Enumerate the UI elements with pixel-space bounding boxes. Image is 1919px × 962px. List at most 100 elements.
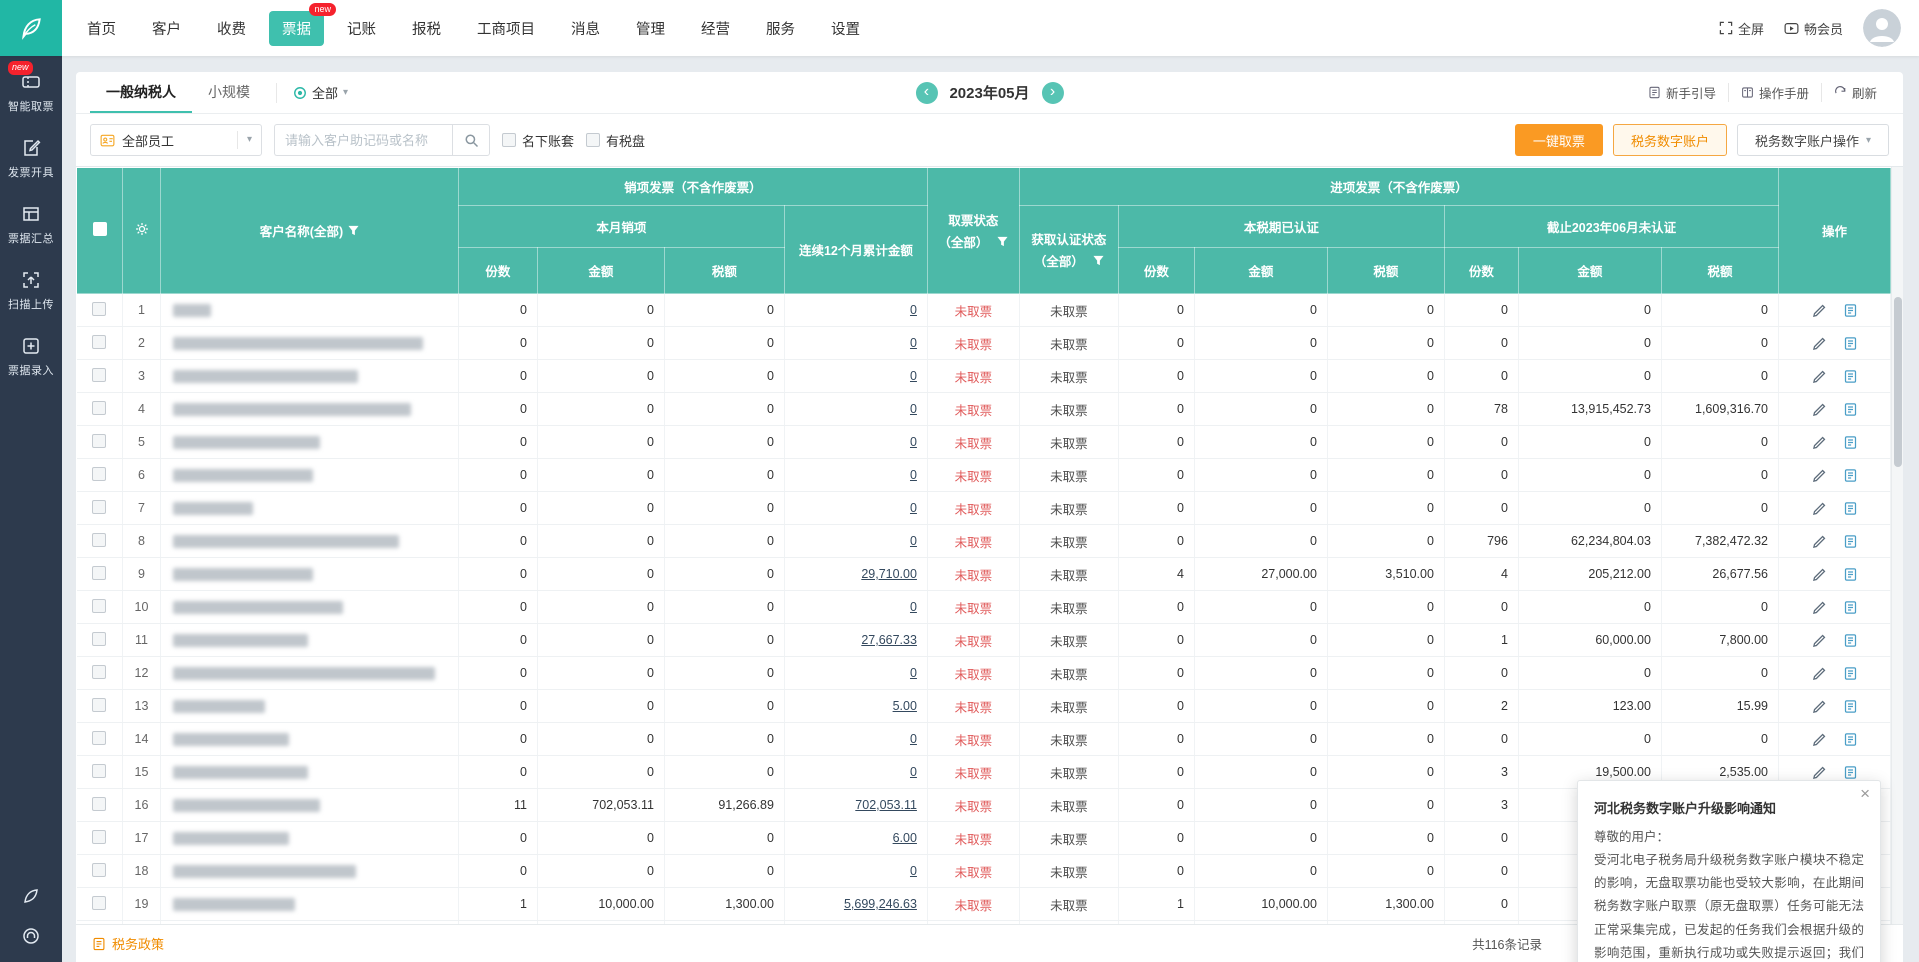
customer-name-cell[interactable]	[160, 557, 459, 591]
sidebar-item-bill-summary[interactable]: 票据汇总	[8, 204, 54, 246]
cumulative-amount-link[interactable]: 27,667.33	[861, 633, 917, 647]
tax-policy-link[interactable]: 税务政策	[92, 934, 164, 953]
invoice-doc-icon[interactable]	[1843, 732, 1858, 747]
filter-funnel-icon[interactable]	[348, 225, 359, 236]
row-checkbox[interactable]	[92, 433, 107, 448]
edit-icon[interactable]	[1812, 600, 1827, 615]
invoice-doc-icon[interactable]	[1843, 600, 1858, 615]
cumulative-amount-link[interactable]: 0	[910, 864, 917, 878]
prev-month-button[interactable]: ‹	[915, 81, 938, 104]
customer-name-cell[interactable]	[160, 524, 459, 558]
cumulative-amount-link[interactable]: 5,699,246.63	[844, 897, 917, 911]
scope-filter[interactable]: 全部 ▾	[276, 82, 348, 103]
customer-name-cell[interactable]	[160, 392, 459, 426]
customer-name-cell[interactable]	[160, 689, 459, 723]
tax-account-ops-dropdown[interactable]: 税务数字账户操作 ▾	[1736, 124, 1889, 156]
cumulative-amount-link[interactable]: 0	[910, 369, 917, 383]
row-checkbox[interactable]	[92, 532, 107, 547]
sidebar-item-bill-entry[interactable]: 票据录入	[8, 336, 54, 378]
customer-name-cell[interactable]	[160, 788, 459, 822]
customer-name-cell[interactable]	[160, 425, 459, 459]
next-month-button[interactable]: ›	[1041, 81, 1064, 104]
nav-item-bookkeeping[interactable]: 记账	[334, 11, 389, 46]
cumulative-amount-link[interactable]: 0	[910, 534, 917, 548]
cumulative-amount-link[interactable]: 702,053.11	[855, 798, 917, 812]
edit-icon[interactable]	[1812, 699, 1827, 714]
scrollbar-thumb[interactable]	[1894, 297, 1902, 467]
has-tax-disk-checkbox[interactable]: 有税盘	[586, 131, 645, 150]
invoice-doc-icon[interactable]	[1843, 303, 1858, 318]
sidebar-item-invoice-issue[interactable]: 发票开具	[8, 138, 54, 180]
invoice-doc-icon[interactable]	[1843, 534, 1858, 549]
customer-service-button[interactable]	[21, 926, 41, 946]
manual-link[interactable]: 操作手册	[1727, 83, 1821, 102]
own-books-checkbox[interactable]: 名下账套	[502, 131, 574, 150]
customer-name-cell[interactable]	[160, 590, 459, 624]
row-checkbox[interactable]	[92, 664, 107, 679]
row-checkbox[interactable]	[92, 499, 107, 514]
row-checkbox[interactable]	[92, 862, 107, 877]
customer-name-cell[interactable]	[160, 755, 459, 789]
invoice-doc-icon[interactable]	[1843, 468, 1858, 483]
invoice-doc-icon[interactable]	[1843, 666, 1858, 681]
filter-funnel-icon[interactable]	[997, 236, 1008, 247]
customer-name-cell[interactable]	[160, 920, 459, 924]
brand-logo[interactable]	[0, 0, 62, 56]
cumulative-amount-link[interactable]: 0	[910, 402, 917, 416]
tab-small-scale[interactable]: 小规模	[192, 72, 266, 113]
customer-name-cell[interactable]	[160, 656, 459, 690]
row-checkbox[interactable]	[92, 697, 107, 712]
edit-icon[interactable]	[1812, 402, 1827, 417]
cumulative-amount-link[interactable]: 5.00	[893, 699, 917, 713]
invoice-doc-icon[interactable]	[1843, 402, 1858, 417]
invoice-doc-icon[interactable]	[1843, 369, 1858, 384]
row-checkbox[interactable]	[92, 400, 107, 415]
invoice-doc-icon[interactable]	[1843, 567, 1858, 582]
nav-item-invoices[interactable]: 票据 new	[269, 2, 336, 46]
nav-item-billing[interactable]: 收费	[204, 11, 259, 46]
invoice-doc-icon[interactable]	[1843, 633, 1858, 648]
nav-item-services[interactable]: 服务	[753, 11, 808, 46]
invoice-doc-icon[interactable]	[1843, 765, 1858, 780]
fullscreen-button[interactable]: 全屏	[1719, 19, 1764, 38]
search-button[interactable]	[452, 124, 490, 156]
tax-digital-account-button[interactable]: 税务数字账户	[1612, 124, 1727, 156]
row-checkbox[interactable]	[92, 796, 107, 811]
customer-name-cell[interactable]	[160, 359, 459, 393]
filter-funnel-icon[interactable]	[1093, 255, 1104, 266]
cumulative-amount-link[interactable]: 0	[910, 468, 917, 482]
search-input[interactable]	[274, 124, 452, 156]
cumulative-amount-link[interactable]: 0	[910, 600, 917, 614]
invoice-doc-icon[interactable]	[1843, 336, 1858, 351]
row-checkbox[interactable]	[92, 763, 107, 778]
customer-name-cell[interactable]	[160, 887, 459, 921]
edit-icon[interactable]	[1812, 633, 1827, 648]
edit-icon[interactable]	[1812, 435, 1827, 450]
customer-name-cell[interactable]	[160, 854, 459, 888]
cumulative-amount-link[interactable]: 0	[910, 765, 917, 779]
cumulative-amount-link[interactable]: 0	[910, 732, 917, 746]
vertical-scrollbar[interactable]	[1891, 167, 1903, 924]
customer-name-cell[interactable]	[160, 821, 459, 855]
select-all-checkbox[interactable]	[92, 222, 107, 236]
edit-icon[interactable]	[1812, 369, 1827, 384]
customer-name-cell[interactable]	[160, 623, 459, 657]
edit-icon[interactable]	[1812, 468, 1827, 483]
cumulative-amount-link[interactable]: 0	[910, 666, 917, 680]
row-checkbox[interactable]	[92, 334, 107, 349]
row-checkbox[interactable]	[92, 829, 107, 844]
customer-name-cell[interactable]	[160, 326, 459, 360]
row-checkbox[interactable]	[92, 565, 107, 580]
refresh-link[interactable]: 刷新	[1820, 83, 1889, 102]
sidebar-item-smart-fetch[interactable]: new 智能取票	[8, 61, 54, 114]
guide-link[interactable]: 新手引导	[1636, 83, 1728, 102]
invoice-doc-icon[interactable]	[1843, 501, 1858, 516]
edit-icon[interactable]	[1812, 567, 1827, 582]
nav-item-home[interactable]: 首页	[74, 11, 129, 46]
row-checkbox[interactable]	[92, 631, 107, 646]
tab-general-taxpayer[interactable]: 一般纳税人	[90, 72, 192, 113]
edit-icon[interactable]	[1812, 303, 1827, 318]
nav-item-business-projects[interactable]: 工商项目	[464, 11, 548, 46]
nav-item-management[interactable]: 管理	[623, 11, 678, 46]
user-avatar[interactable]	[1863, 9, 1901, 47]
